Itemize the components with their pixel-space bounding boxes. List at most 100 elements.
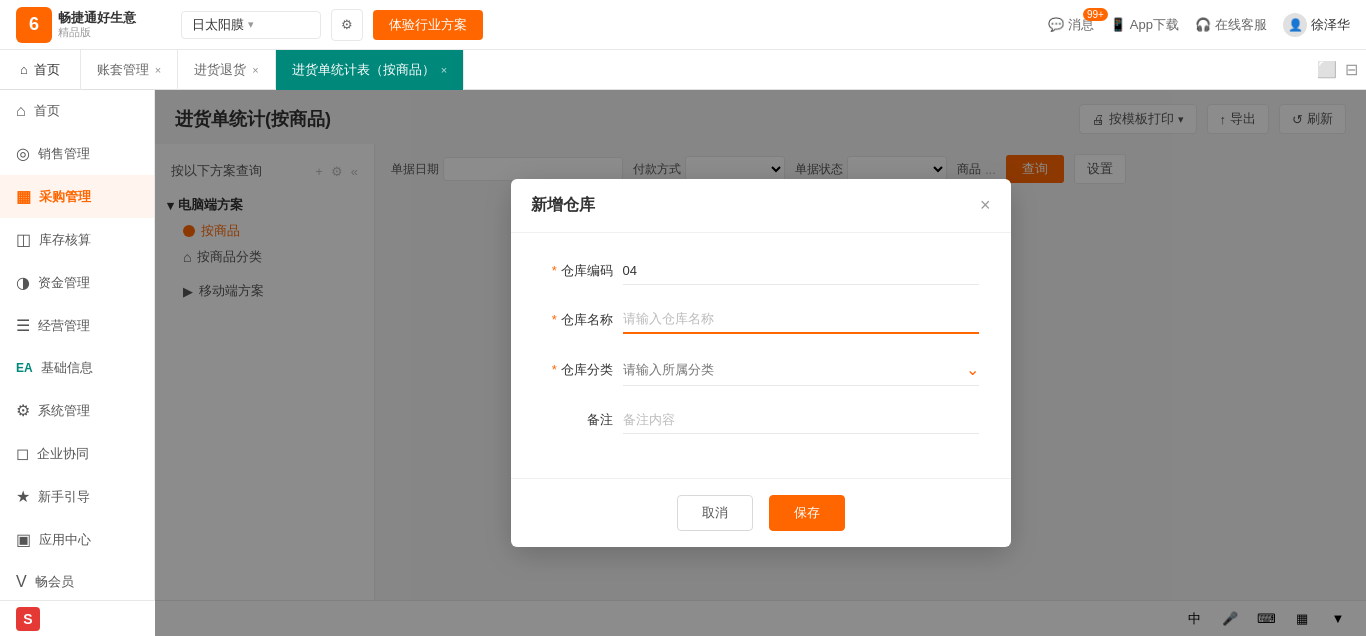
sidebar-item-member[interactable]: V 畅会员: [0, 561, 154, 603]
headset-icon: 🎧: [1195, 17, 1211, 32]
home-tab-label: 首页: [34, 61, 60, 79]
modal-header: 新增仓库 ×: [511, 179, 1011, 233]
tab-home[interactable]: ⌂ 首页: [0, 50, 81, 90]
warehouse-code-label: 仓库编码: [543, 262, 623, 280]
sidebar-purchase-label: 采购管理: [39, 188, 91, 206]
logo-text: 畅捷通好生意 精品版: [58, 10, 136, 39]
s-logo-icon: S: [16, 607, 40, 631]
trial-button[interactable]: 体验行业方案: [373, 10, 483, 40]
logo-icon: 6: [16, 7, 52, 43]
warehouse-code-input[interactable]: [623, 257, 979, 285]
header-right: 💬 消息 99+ 📱 App下载 🎧 在线客服 👤 徐泽华: [1048, 13, 1350, 37]
sidebar-item-guide[interactable]: ★ 新手引导: [0, 475, 154, 518]
sidebar-item-purchase[interactable]: ▦ 采购管理: [0, 175, 154, 218]
cancel-button[interactable]: 取消: [677, 495, 753, 531]
online-service-label: 在线客服: [1215, 16, 1267, 34]
tab-purchase-return-label: 进货退货: [194, 61, 246, 79]
sidebar-inventory-label: 库存核算: [39, 231, 91, 249]
content-area: 进货单统计(按商品) 🖨 按模板打印 ▾ ↑ 导出 ↺ 刷新: [155, 90, 1366, 636]
notes-input[interactable]: [623, 406, 979, 434]
sidebar-guide-label: 新手引导: [38, 488, 90, 506]
sidebar-enterprise-label: 企业协同: [37, 445, 89, 463]
tab-accounts-label: 账套管理: [97, 61, 149, 79]
online-service-button[interactable]: 🎧 在线客服: [1195, 16, 1267, 34]
sidebar-system-label: 系统管理: [38, 402, 90, 420]
messages-badge: 99+: [1083, 8, 1108, 21]
basic-info-icon: EA: [16, 361, 33, 375]
avatar: 👤: [1283, 13, 1307, 37]
app-icon: 📱: [1110, 17, 1126, 32]
system-icon: ⚙: [16, 401, 30, 420]
sidebar-basic-info-label: 基础信息: [41, 359, 93, 377]
enterprise-icon: ◻: [16, 444, 29, 463]
sidebar-apps-label: 应用中心: [39, 531, 91, 549]
message-icon: 💬: [1048, 17, 1064, 32]
store-name: 日太阳膜: [192, 16, 244, 34]
modal-close-button[interactable]: ×: [980, 195, 991, 216]
sidebar-item-operations[interactable]: ☰ 经营管理: [0, 304, 154, 347]
tab-purchase-stats[interactable]: 进货单统计表（按商品） ×: [276, 50, 464, 90]
home-sidebar-icon: ⌂: [16, 102, 26, 120]
user-profile-button[interactable]: 👤 徐泽华: [1283, 13, 1350, 37]
finance-icon: ◑: [16, 273, 30, 292]
operations-icon: ☰: [16, 316, 30, 335]
logo-sub: 精品版: [58, 26, 136, 39]
sales-icon: ◎: [16, 144, 30, 163]
sidebar-item-sales[interactable]: ◎ 销售管理: [0, 132, 154, 175]
close-purchase-stats-tab-icon[interactable]: ×: [441, 64, 447, 76]
warehouse-name-input[interactable]: [623, 305, 979, 334]
home-icon: ⌂: [20, 62, 28, 77]
tab-purchase-stats-label: 进货单统计表（按商品）: [292, 61, 435, 79]
sidebar-item-home[interactable]: ⌂ 首页: [0, 90, 154, 132]
purchase-icon: ▦: [16, 187, 31, 206]
modal-title: 新增仓库: [531, 195, 595, 216]
notes-row: 备注: [543, 406, 979, 434]
app-download-label: App下载: [1130, 16, 1179, 34]
gear-icon: ⚙: [341, 17, 353, 32]
tab-controls: ⬜ ⊟: [1309, 60, 1366, 79]
sidebar-item-apps[interactable]: ▣ 应用中心: [0, 518, 154, 561]
sidebar-item-inventory[interactable]: ◫ 库存核算: [0, 218, 154, 261]
guide-icon: ★: [16, 487, 30, 506]
sidebar-operations-label: 经营管理: [38, 317, 90, 335]
save-button[interactable]: 保存: [769, 495, 845, 531]
sidebar-item-system[interactable]: ⚙ 系统管理: [0, 389, 154, 432]
close-purchase-return-tab-icon[interactable]: ×: [252, 64, 258, 76]
modal-body: 仓库编码 仓库名称 仓库分类 ⌄: [511, 233, 1011, 478]
notes-label: 备注: [543, 411, 623, 429]
add-warehouse-modal: 新增仓库 × 仓库编码 仓库名称 仓库分类: [511, 179, 1011, 547]
modal-backdrop: 新增仓库 × 仓库编码 仓库名称 仓库分类: [155, 90, 1366, 636]
tab-grid-icon[interactable]: ⊟: [1345, 60, 1358, 79]
sidebar-member-label: 畅会员: [35, 573, 74, 591]
store-selector[interactable]: 日太阳膜 ▾: [181, 11, 321, 39]
app-download-button[interactable]: 📱 App下载: [1110, 16, 1179, 34]
logo-area: 6 畅捷通好生意 精品版: [16, 7, 171, 43]
sidebar-item-basic-info[interactable]: EA 基础信息: [0, 347, 154, 389]
tab-restore-icon[interactable]: ⬜: [1317, 60, 1337, 79]
modal-footer: 取消 保存: [511, 478, 1011, 547]
sidebar-item-finance[interactable]: ◑ 资金管理: [0, 261, 154, 304]
top-header: 6 畅捷通好生意 精品版 日太阳膜 ▾ ⚙ 体验行业方案 💬 消息 99+ 📱 …: [0, 0, 1366, 50]
main-layout: ⌂ 首页 ◎ 销售管理 ▦ 采购管理 ◫ 库存核算 ◑ 资金管理 ☰ 经营管理 …: [0, 90, 1366, 636]
inventory-icon: ◫: [16, 230, 31, 249]
warehouse-category-input[interactable]: [623, 362, 966, 377]
sidebar-sales-label: 销售管理: [38, 145, 90, 163]
username-label: 徐泽华: [1311, 16, 1350, 34]
warehouse-category-select-wrap[interactable]: ⌄: [623, 354, 979, 386]
gear-button[interactable]: ⚙: [331, 9, 363, 41]
warehouse-code-row: 仓库编码: [543, 257, 979, 285]
logo-title: 畅捷通好生意: [58, 10, 136, 26]
messages-button[interactable]: 💬 消息 99+: [1048, 16, 1094, 34]
category-dropdown-arrow: ⌄: [966, 360, 979, 379]
sidebar-item-enterprise[interactable]: ◻ 企业协同: [0, 432, 154, 475]
warehouse-category-label: 仓库分类: [543, 361, 623, 379]
warehouse-name-label: 仓库名称: [543, 311, 623, 329]
close-accounts-tab-icon[interactable]: ×: [155, 64, 161, 76]
sidebar-finance-label: 资金管理: [38, 274, 90, 292]
tab-accounts[interactable]: 账套管理 ×: [81, 50, 178, 90]
sidebar-home-label: 首页: [34, 102, 60, 120]
warehouse-name-row: 仓库名称: [543, 305, 979, 334]
store-dropdown-arrow: ▾: [248, 18, 254, 31]
warehouse-category-row: 仓库分类 ⌄: [543, 354, 979, 386]
tab-purchase-return[interactable]: 进货退货 ×: [178, 50, 275, 90]
